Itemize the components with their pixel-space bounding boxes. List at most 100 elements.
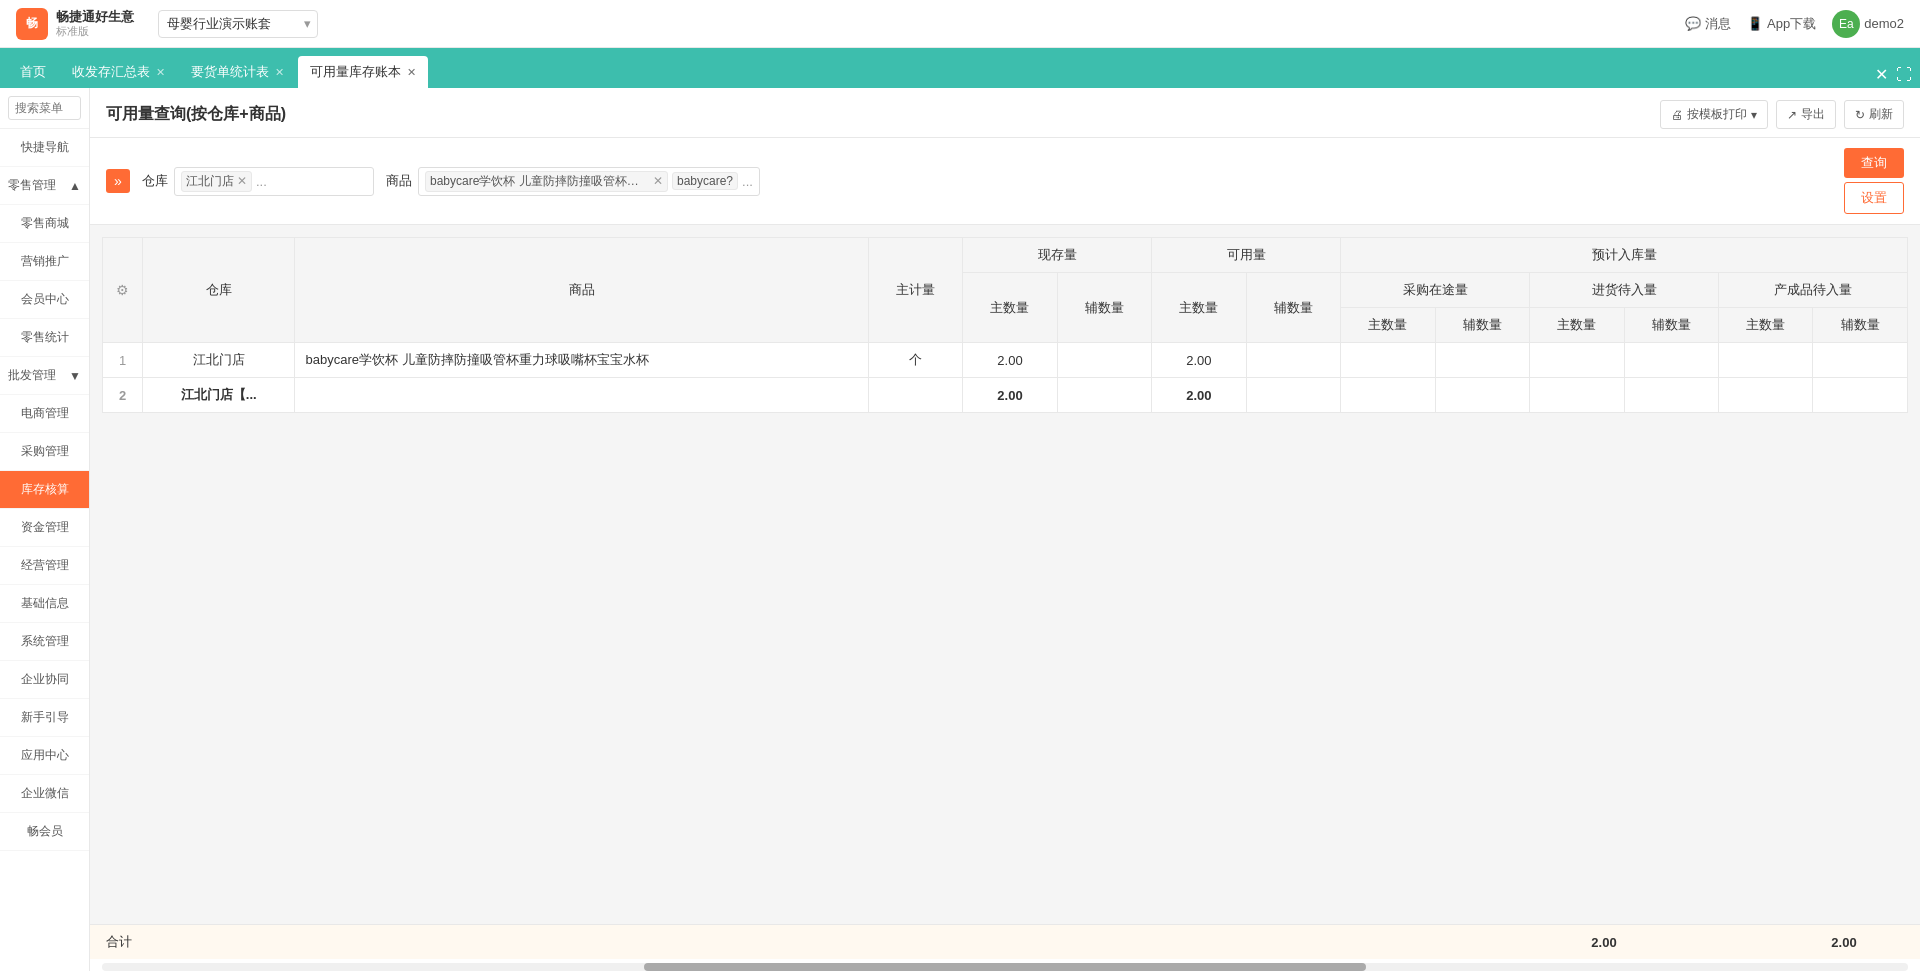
warehouse-tag: 江北门店 ✕ xyxy=(181,171,252,192)
scrollbar-thumb[interactable] xyxy=(644,963,1366,971)
sidebar-item-member-center[interactable]: 会员中心 xyxy=(0,281,89,319)
th-planned-inbound: 预计入库量 xyxy=(1341,238,1908,273)
brand-text: 畅捷通好生意 标准版 xyxy=(56,9,134,38)
tab-home[interactable]: 首页 xyxy=(8,56,58,88)
export-btn[interactable]: ↗ 导出 xyxy=(1776,100,1836,129)
sidebar-item-retail-stats[interactable]: 零售统计 xyxy=(0,319,89,357)
sidebar-item-retail-mgmt[interactable]: 零售管理 ▲ xyxy=(0,167,89,205)
footer-current-main: 2.00 xyxy=(1544,935,1664,950)
maximize-icon[interactable]: ⛶ xyxy=(1896,66,1912,84)
cell-no: 1 xyxy=(103,343,143,378)
footer-available-main: 2.00 xyxy=(1784,935,1904,950)
sidebar-item-app-center[interactable]: 应用中心 xyxy=(0,737,89,775)
footer-label: 合计 xyxy=(106,933,132,951)
sidebar-search-container xyxy=(0,88,89,129)
app-download-btn[interactable]: 📱 App下载 xyxy=(1747,15,1816,33)
cell-product xyxy=(295,378,868,413)
th-production-main: 主数量 xyxy=(1718,308,1812,343)
message-icon: 💬 xyxy=(1685,16,1701,31)
warehouse-more-icon[interactable]: ... xyxy=(256,174,267,189)
sidebar-item-inventory[interactable]: 库存核算 xyxy=(0,471,89,509)
refresh-icon: ↻ xyxy=(1855,108,1865,122)
warehouse-filter: 仓库 江北门店 ✕ ... xyxy=(142,167,374,196)
sidebar-item-purchase[interactable]: 采购管理 xyxy=(0,433,89,471)
logo-icon: 畅 xyxy=(16,8,48,40)
cell-warehouse: 江北门店【... xyxy=(143,378,295,413)
table-container[interactable]: ⚙ 仓库 商品 主计量 现存量 可用量 预计入库量 主数量 辅数量 主数量 辅数… xyxy=(90,225,1920,924)
main-layout: 快捷导航 零售管理 ▲ 零售商城 营销推广 会员中心 零售统计 批发管理 ▼ 电… xyxy=(0,88,1920,971)
cell-current-main: 2.00 xyxy=(963,343,1057,378)
th-purchase-transit: 采购在途量 xyxy=(1341,273,1530,308)
th-incoming-main: 主数量 xyxy=(1530,308,1624,343)
cell-purchase-transit-main xyxy=(1341,343,1435,378)
horizontal-scrollbar[interactable] xyxy=(90,959,1920,971)
brand-sub: 标准版 xyxy=(56,25,134,38)
chevron-icon: ▼ xyxy=(69,369,81,383)
tab-receipt-summary[interactable]: 收发存汇总表 ✕ xyxy=(60,56,177,88)
product-input-group[interactable]: babycare学饮杯 儿童防摔防撞吸管杯重力球吸嘴杯宝宝水杯 ✕ babyca… xyxy=(418,167,760,196)
th-current-main: 主数量 xyxy=(963,273,1057,343)
table-row: 1 江北门店 babycare学饮杯 儿童防摔防撞吸管杯重力球吸嘴杯宝宝水杯 个… xyxy=(103,343,1908,378)
cell-current-main: 2.00 xyxy=(963,378,1057,413)
sidebar: 快捷导航 零售管理 ▲ 零售商城 营销推广 会员中心 零售统计 批发管理 ▼ 电… xyxy=(0,88,90,971)
close-icon[interactable]: ✕ xyxy=(407,66,416,79)
refresh-btn[interactable]: ↻ 刷新 xyxy=(1844,100,1904,129)
filter-actions: 查询 设置 xyxy=(1844,148,1904,214)
th-current-stock: 现存量 xyxy=(963,238,1152,273)
message-btn[interactable]: 💬 消息 xyxy=(1685,15,1731,33)
sidebar-item-enterprise-wechat[interactable]: 企业微信 xyxy=(0,775,89,813)
industry-selector[interactable]: 母婴行业演示账套 ▾ xyxy=(158,10,318,38)
sidebar-item-basic-info[interactable]: 基础信息 xyxy=(0,585,89,623)
cell-available-main: 2.00 xyxy=(1152,378,1246,413)
close-icon[interactable]: ✕ xyxy=(275,66,284,79)
product-more-icon[interactable]: ... xyxy=(742,174,753,189)
filter-expand-btn[interactable]: » xyxy=(106,169,130,193)
cell-purchase-transit-aux xyxy=(1435,378,1529,413)
content-area: 可用量查询(按仓库+商品) 🖨 按模板打印 ▾ ↗ 导出 ↻ 刷新 » xyxy=(90,88,1920,971)
filter-bar: » 仓库 江北门店 ✕ ... 商品 babycare学饮杯 儿童防摔防撞吸管杯… xyxy=(90,138,1920,225)
sidebar-item-newbie[interactable]: 新手引导 xyxy=(0,699,89,737)
close-icon[interactable]: ✕ xyxy=(156,66,165,79)
settings-icon[interactable]: ⚙ xyxy=(116,282,129,298)
print-icon: 🖨 xyxy=(1671,108,1683,122)
sidebar-item-enterprise[interactable]: 企业协同 xyxy=(0,661,89,699)
sidebar-item-finance[interactable]: 资金管理 xyxy=(0,509,89,547)
th-production-aux: 辅数量 xyxy=(1813,308,1908,343)
sidebar-item-members[interactable]: 畅会员 xyxy=(0,813,89,851)
close-window-icon[interactable]: ✕ xyxy=(1875,65,1888,84)
th-product: 商品 xyxy=(295,238,868,343)
sidebar-item-quick-nav[interactable]: 快捷导航 xyxy=(0,129,89,167)
cell-current-aux xyxy=(1057,343,1151,378)
remove-warehouse-icon[interactable]: ✕ xyxy=(237,174,247,188)
warehouse-input-group[interactable]: 江北门店 ✕ ... xyxy=(174,167,374,196)
th-available-main: 主数量 xyxy=(1152,273,1246,343)
th-settings[interactable]: ⚙ xyxy=(103,238,143,343)
cell-main-unit xyxy=(868,378,962,413)
cell-available-aux xyxy=(1246,378,1340,413)
sidebar-item-ops-mgmt[interactable]: 经营管理 xyxy=(0,547,89,585)
cell-warehouse: 江北门店 xyxy=(143,343,295,378)
sidebar-item-sys-mgmt[interactable]: 系统管理 xyxy=(0,623,89,661)
user-menu[interactable]: Ea demo2 xyxy=(1832,10,1904,38)
tab-available-stock[interactable]: 可用量库存账本 ✕ xyxy=(298,56,428,88)
th-main-unit: 主计量 xyxy=(868,238,962,343)
remove-product1-icon[interactable]: ✕ xyxy=(653,174,663,188)
page-title: 可用量查询(按仓库+商品) xyxy=(106,104,286,125)
sidebar-item-marketing[interactable]: 营销推广 xyxy=(0,243,89,281)
download-icon: 📱 xyxy=(1747,16,1763,31)
footer-bar: 合计 2.00 2.00 xyxy=(90,924,1920,959)
sidebar-item-ecommerce[interactable]: 电商管理 xyxy=(0,395,89,433)
settings-btn[interactable]: 设置 xyxy=(1844,182,1904,214)
print-template-btn[interactable]: 🖨 按模板打印 ▾ xyxy=(1660,100,1768,129)
scrollbar-track xyxy=(102,963,1908,971)
sidebar-search-input[interactable] xyxy=(8,96,81,120)
sidebar-item-retail-store[interactable]: 零售商城 xyxy=(0,205,89,243)
th-current-aux: 辅数量 xyxy=(1057,273,1151,343)
th-incoming-aux: 辅数量 xyxy=(1624,308,1718,343)
cell-production-aux xyxy=(1813,343,1908,378)
cell-purchase-transit-main xyxy=(1341,378,1435,413)
query-btn[interactable]: 查询 xyxy=(1844,148,1904,178)
tab-order-stats[interactable]: 要货单统计表 ✕ xyxy=(179,56,296,88)
cell-production-aux xyxy=(1813,378,1908,413)
sidebar-item-wholesale-mgmt[interactable]: 批发管理 ▼ xyxy=(0,357,89,395)
